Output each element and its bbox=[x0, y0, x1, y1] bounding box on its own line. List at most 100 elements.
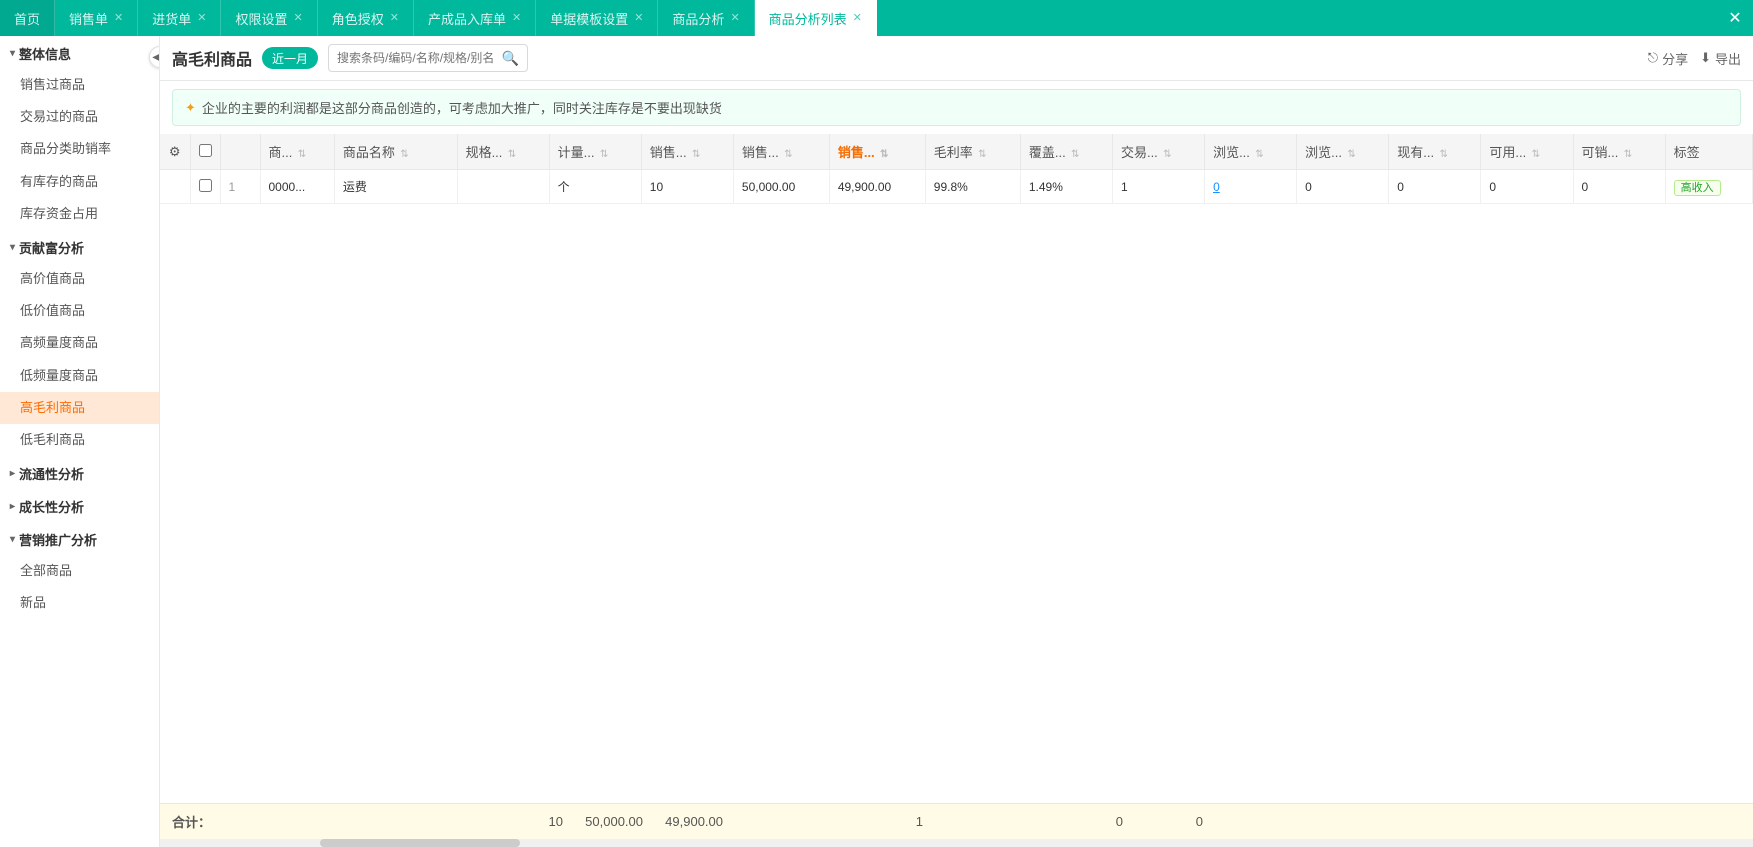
time-filter-button[interactable]: 近一月 bbox=[262, 47, 318, 69]
col-spec[interactable]: 规格... ⇅ bbox=[457, 134, 549, 170]
search-icon[interactable]: 🔍 bbox=[502, 50, 519, 67]
footer-label: 合计： bbox=[172, 812, 211, 831]
sort-icon: ⇅ bbox=[692, 149, 700, 160]
section-overall-label: 整体信息 bbox=[19, 44, 71, 63]
tab-sales-close[interactable]: ✕ bbox=[114, 13, 123, 24]
sidebar-item-new-goods[interactable]: 新品 bbox=[0, 587, 159, 619]
export-button[interactable]: ⬇ 导出 bbox=[1700, 49, 1741, 68]
col-code[interactable]: 商... ⇅ bbox=[260, 134, 334, 170]
sort-icon: ⇅ bbox=[1532, 149, 1540, 160]
row-checkbox[interactable] bbox=[199, 179, 212, 192]
tab-template[interactable]: 单据模板设置 ✕ bbox=[536, 0, 658, 36]
sidebar-item-stocked-goods[interactable]: 有库存的商品 bbox=[0, 166, 159, 198]
sidebar-item-low-margin[interactable]: 低毛利商品 bbox=[0, 424, 159, 456]
tab-product-analysis-list[interactable]: 商品分析列表 ✕ bbox=[755, 0, 877, 36]
tab-auth-settings[interactable]: 权限设置 ✕ bbox=[221, 0, 317, 36]
sidebar-item-low-freq[interactable]: 低频量度商品 bbox=[0, 360, 159, 392]
sidebar-item-sales-goods[interactable]: 销售过商品 bbox=[0, 69, 159, 101]
col-saleable[interactable]: 可销... ⇅ bbox=[1573, 134, 1665, 170]
col-browse2[interactable]: 浏览... ⇅ bbox=[1297, 134, 1389, 170]
tab-product-in[interactable]: 产成品入库单 ✕ bbox=[414, 0, 536, 36]
sort-icon: ⇅ bbox=[1163, 149, 1171, 160]
col-margin-rate-label: 毛利率 bbox=[934, 145, 973, 160]
collapse-arrow-icon: ◀◀ bbox=[152, 52, 160, 63]
col-tag[interactable]: 标签 bbox=[1665, 134, 1752, 170]
row-tag-cell: 高收入 bbox=[1665, 170, 1752, 204]
col-browse1-label: 浏览... bbox=[1213, 145, 1250, 160]
share-button[interactable]: ⎋ 分享 bbox=[1648, 49, 1688, 68]
sort-icon: ⇅ bbox=[1439, 149, 1447, 160]
col-sales-amt[interactable]: 销售... ⇅ bbox=[733, 134, 829, 170]
tab-bar: 首页 销售单 ✕ 进货单 ✕ 权限设置 ✕ 角色授权 ✕ 产成品入库单 ✕ 单据… bbox=[0, 0, 1753, 36]
row-name-cell[interactable]: 运费 bbox=[334, 170, 457, 204]
tab-product-in-close[interactable]: ✕ bbox=[512, 13, 521, 24]
data-table: ⚙ 商... ⇅ 商品名称 ⇅ bbox=[160, 134, 1753, 204]
tab-product-analysis[interactable]: 商品分析 ✕ bbox=[658, 0, 754, 36]
sidebar-section-finance[interactable]: ▾ 贡献富分析 bbox=[0, 230, 159, 263]
sidebar-item-all-goods[interactable]: 全部商品 bbox=[0, 555, 159, 587]
sidebar-item-traded-goods[interactable]: 交易过的商品 bbox=[0, 101, 159, 133]
col-unit[interactable]: 计量... ⇅ bbox=[549, 134, 641, 170]
section-growth-arrow-icon: ▾ bbox=[7, 504, 18, 509]
col-current-label: 现有... bbox=[1397, 145, 1434, 160]
col-spec-label: 规格... bbox=[466, 145, 503, 160]
star-icon: ✦ bbox=[185, 100, 196, 116]
settings-icon[interactable]: ⚙ bbox=[169, 144, 181, 159]
content-header-right: ⎋ 分享 ⬇ 导出 bbox=[1648, 49, 1741, 68]
col-sales-qty-label: 销售... bbox=[650, 145, 687, 160]
sidebar-section-growth[interactable]: ▾ 成长性分析 bbox=[0, 489, 159, 522]
col-settings[interactable]: ⚙ bbox=[160, 134, 190, 170]
col-margin-rate[interactable]: 毛利率 ⇅ bbox=[925, 134, 1020, 170]
tab-home[interactable]: 首页 bbox=[0, 0, 55, 36]
col-current[interactable]: 现有... ⇅ bbox=[1389, 134, 1481, 170]
sidebar-section-overall[interactable]: ▾ 整体信息 bbox=[0, 36, 159, 69]
row-browse1-cell[interactable]: 0 bbox=[1205, 170, 1297, 204]
row-sales-amt-cell: 50,000.00 bbox=[733, 170, 829, 204]
tab-import-close[interactable]: ✕ bbox=[197, 13, 206, 24]
table-row: 1 0000... 运费 个 10 50,000.00 49,900.00 99… bbox=[160, 170, 1753, 204]
tab-analysis-close[interactable]: ✕ bbox=[730, 13, 739, 24]
search-input[interactable] bbox=[337, 51, 502, 65]
section-flow-label: 流通性分析 bbox=[19, 464, 84, 483]
tab-import-order[interactable]: 进货单 ✕ bbox=[138, 0, 221, 36]
sidebar-item-capital-occupy[interactable]: 库存资金占用 bbox=[0, 198, 159, 230]
tab-auth-label: 权限设置 bbox=[235, 9, 287, 28]
sort-icon: ⇅ bbox=[508, 149, 516, 160]
window-close-button[interactable]: ✕ bbox=[1717, 0, 1753, 36]
section-finance-label: 贡献富分析 bbox=[19, 238, 84, 257]
sidebar-item-goods-ratio[interactable]: 商品分类助销率 bbox=[0, 133, 159, 165]
col-available-label: 可用... bbox=[1489, 145, 1526, 160]
col-sales-qty[interactable]: 销售... ⇅ bbox=[641, 134, 733, 170]
select-all-checkbox[interactable] bbox=[199, 144, 212, 157]
tab-analysis-list-close[interactable]: ✕ bbox=[853, 13, 862, 24]
col-name[interactable]: 商品名称 ⇅ bbox=[334, 134, 457, 170]
scrollbar-thumb[interactable] bbox=[320, 839, 520, 847]
sidebar-item-low-value[interactable]: 低价值商品 bbox=[0, 295, 159, 327]
sidebar-section-flow[interactable]: ▾ 流通性分析 bbox=[0, 456, 159, 489]
tab-role-auth[interactable]: 角色授权 ✕ bbox=[318, 0, 414, 36]
col-sales-profit-label: 销售... bbox=[838, 145, 875, 160]
tab-sales-order[interactable]: 销售单 ✕ bbox=[55, 0, 138, 36]
col-browse1[interactable]: 浏览... ⇅ bbox=[1205, 134, 1297, 170]
tab-auth-close[interactable]: ✕ bbox=[294, 13, 303, 24]
tab-role-label: 角色授权 bbox=[332, 9, 384, 28]
horizontal-scrollbar[interactable] bbox=[160, 839, 1753, 847]
row-sales-qty-cell: 10 bbox=[641, 170, 733, 204]
sidebar-item-high-margin[interactable]: 高毛利商品 bbox=[0, 392, 159, 424]
col-sales-profit[interactable]: 销售... ⇅ bbox=[829, 134, 925, 170]
tab-role-close[interactable]: ✕ bbox=[390, 13, 399, 24]
table-wrapper[interactable]: ⚙ 商... ⇅ 商品名称 ⇅ bbox=[160, 134, 1753, 803]
sidebar-section-marketing[interactable]: ▾ 营销推广分析 bbox=[0, 522, 159, 555]
footer-trade: 1 bbox=[851, 814, 931, 829]
row-spec-cell bbox=[457, 170, 549, 204]
col-coverage[interactable]: 覆盖... ⇅ bbox=[1020, 134, 1112, 170]
col-trade[interactable]: 交易... ⇅ bbox=[1112, 134, 1204, 170]
tab-import-label: 进货单 bbox=[152, 9, 191, 28]
row-checkbox-cell bbox=[190, 170, 220, 204]
sidebar-item-high-freq[interactable]: 高频量度商品 bbox=[0, 327, 159, 359]
col-available[interactable]: 可用... ⇅ bbox=[1481, 134, 1573, 170]
tab-template-close[interactable]: ✕ bbox=[634, 13, 643, 24]
section-marketing-arrow-icon: ▾ bbox=[10, 534, 15, 545]
sidebar-item-high-value[interactable]: 高价值商品 bbox=[0, 263, 159, 295]
info-banner: ✦ 企业的主要的利润都是这部分商品创造的，可考虑加大推广，同时关注库存是不要出现… bbox=[172, 89, 1741, 126]
